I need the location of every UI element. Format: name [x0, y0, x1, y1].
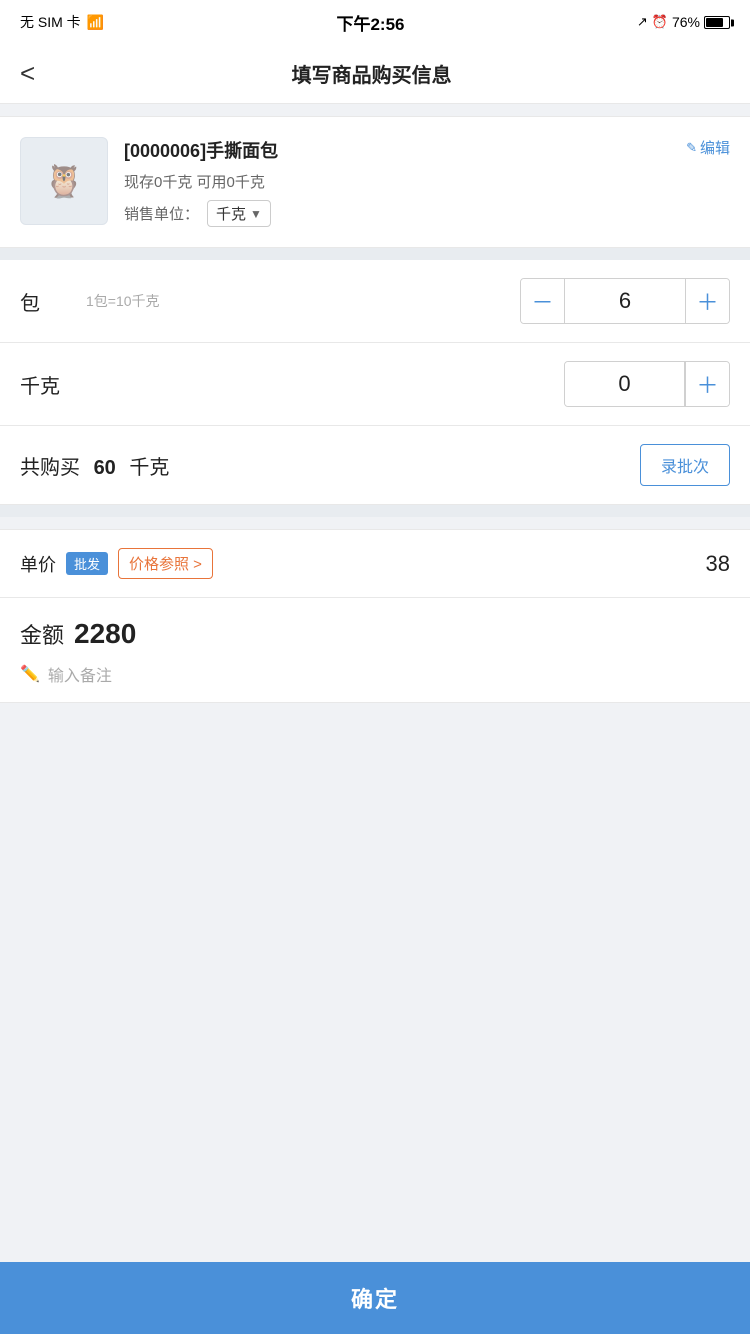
total-prefix: 共购买 — [20, 457, 80, 479]
kg-label: 千克 — [20, 370, 80, 399]
product-name: [0000006]手撕面包 — [124, 137, 278, 163]
amount-value: 2280 — [74, 618, 136, 650]
total-amount: 60 — [94, 457, 116, 479]
kg-input-row: 千克 ＋ — [0, 343, 750, 426]
status-carrier: 无 SIM 卡 📶 — [20, 12, 104, 32]
total-text: 共购买 60 千克 — [20, 451, 169, 480]
price-ref-button[interactable]: 价格参照 > — [118, 548, 213, 579]
bao-plus-button[interactable]: ＋ — [685, 279, 729, 323]
location-icon: ↗ — [637, 14, 648, 30]
nav-bar: < 填写商品购买信息 — [0, 44, 750, 104]
wifi-icon: 📶 — [87, 14, 104, 31]
amount-label: 金额 — [20, 618, 64, 650]
total-row: 共购买 60 千克 录批次 — [0, 426, 750, 505]
carrier-text: 无 SIM 卡 — [20, 12, 81, 32]
product-logo-icon: 🦉 — [44, 162, 84, 200]
product-unit-row: 销售单位： 千克 ▼ — [124, 200, 730, 227]
price-row: 单价 批发 价格参照 > 38 — [0, 530, 750, 598]
edit-icon: ✎ — [686, 140, 697, 156]
chevron-down-icon: ▼ — [250, 207, 262, 221]
edit-label: 编辑 — [700, 137, 730, 158]
product-info: [0000006]手撕面包 ✎ 编辑 现存0千克 可用0千克 销售单位： 千克 … — [124, 137, 730, 227]
unit-select[interactable]: 千克 ▼ — [207, 200, 271, 227]
kg-plus-button[interactable]: ＋ — [685, 362, 729, 406]
alarm-icon: ⏰ — [652, 14, 668, 30]
record-batch-button[interactable]: 录批次 — [640, 444, 730, 486]
back-button[interactable]: < — [20, 54, 43, 93]
total-unit: 千克 — [129, 457, 169, 479]
status-right: ↗ ⏰ 76% — [637, 14, 730, 30]
bao-input[interactable] — [565, 279, 685, 323]
kg-input[interactable] — [565, 362, 685, 406]
product-card: 🦉 [0000006]手撕面包 ✎ 编辑 现存0千克 可用0千克 销售单位： 千… — [0, 116, 750, 248]
note-row[interactable]: ✏️ 输入备注 — [20, 662, 730, 686]
bao-hint: 1包=10千克 — [86, 291, 520, 311]
amount-section: 金额 2280 ✏️ 输入备注 — [0, 598, 750, 702]
price-section: 单价 批发 价格参照 > 38 金额 2280 ✏️ 输入备注 — [0, 529, 750, 703]
status-bar: 无 SIM 卡 📶 下午2:56 ↗ ⏰ 76% — [0, 0, 750, 44]
product-image: 🦉 — [20, 137, 108, 225]
unit-label: 销售单位： — [124, 203, 199, 224]
kg-stepper: ＋ — [564, 361, 730, 407]
battery-pct: 76% — [672, 14, 700, 30]
battery-icon — [704, 14, 730, 30]
bao-label: 包 — [20, 287, 80, 316]
pifa-tag: 批发 — [66, 552, 108, 575]
bao-minus-button[interactable]: － — [521, 279, 565, 323]
confirm-button[interactable]: 确定 — [0, 1262, 750, 1334]
price-label: 单价 — [20, 551, 56, 577]
separator-2 — [0, 505, 750, 517]
bao-input-row: 包 1包=10千克 － ＋ — [0, 260, 750, 343]
amount-row: 金额 2280 — [20, 618, 730, 650]
pencil-icon: ✏️ — [20, 664, 40, 684]
price-value: 38 — [706, 551, 730, 577]
note-placeholder: 输入备注 — [48, 662, 112, 686]
main-background — [0, 703, 750, 1003]
unit-value: 千克 — [216, 203, 246, 224]
status-time: 下午2:56 — [336, 10, 404, 35]
bao-stepper: － ＋ — [520, 278, 730, 324]
edit-button[interactable]: ✎ 编辑 — [686, 137, 730, 158]
separator-1 — [0, 248, 750, 260]
page-title: 填写商品购买信息 — [43, 59, 700, 88]
product-stock: 现存0千克 可用0千克 — [124, 171, 730, 192]
